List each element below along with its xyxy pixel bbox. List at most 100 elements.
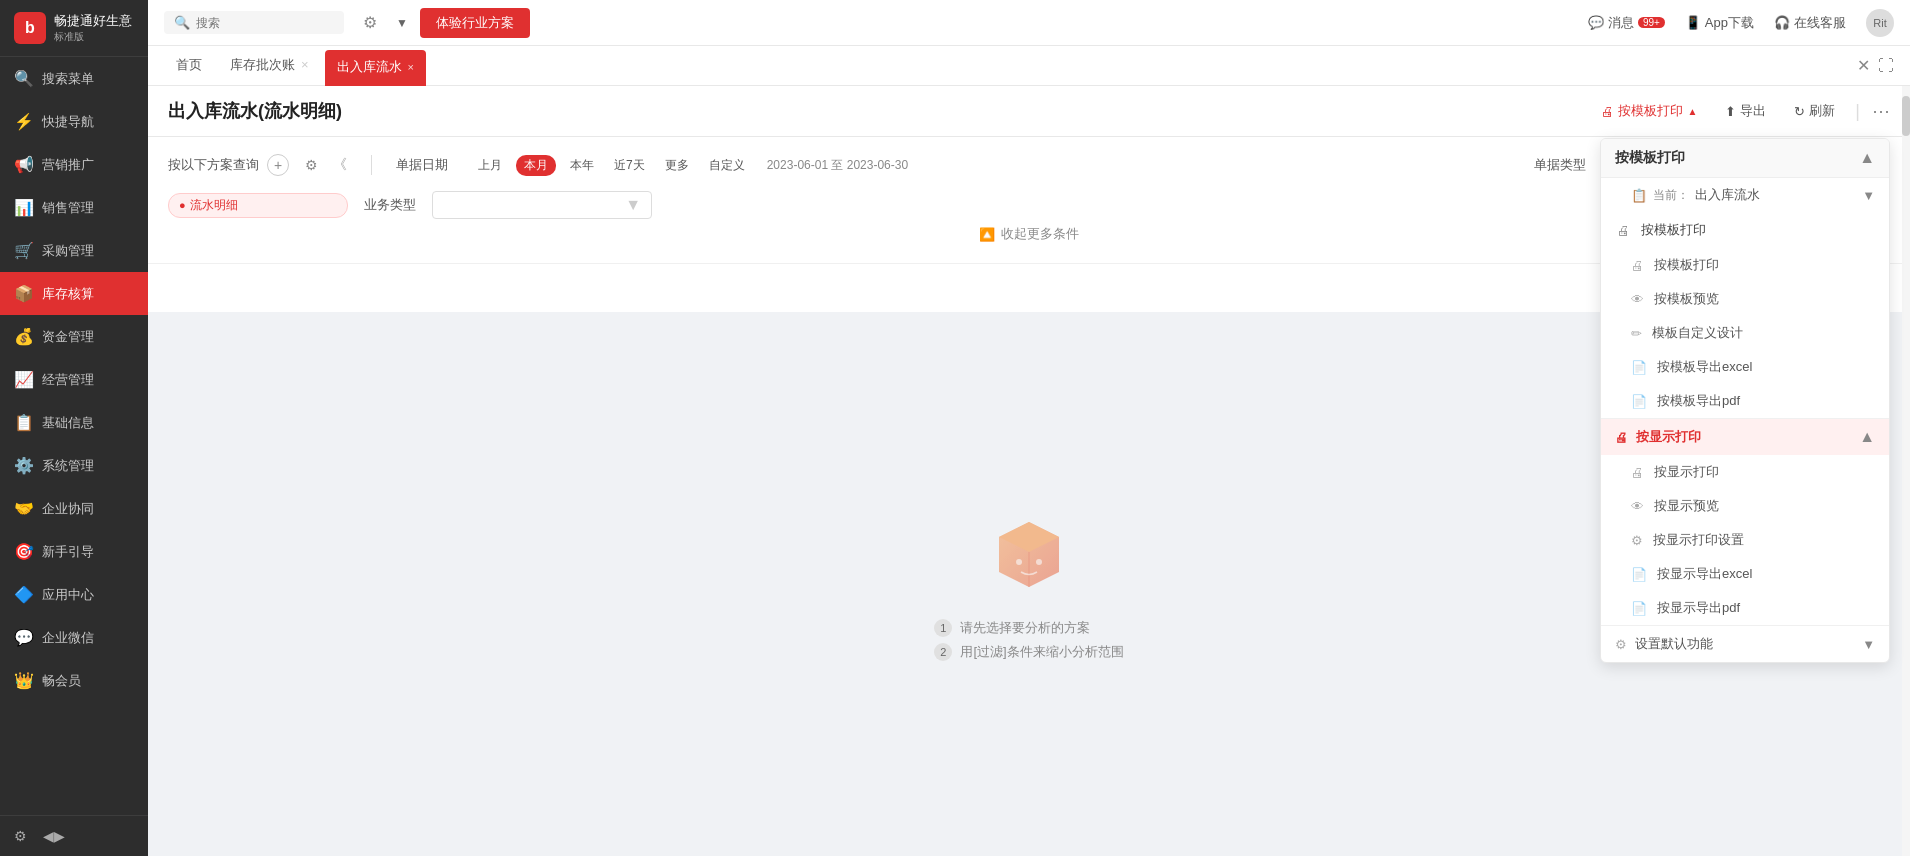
- excel-icon: 📄: [1631, 360, 1647, 375]
- gear-button[interactable]: ⚙: [356, 9, 384, 37]
- flow-detail-tag[interactable]: ● 流水明细: [168, 193, 348, 218]
- tab-inventory-batch[interactable]: 库存批次账 ×: [218, 46, 321, 86]
- dropdown-chevron-up[interactable]: ▲: [1859, 149, 1875, 167]
- template-pdf-btn[interactable]: 📄 按模板导出pdf: [1601, 384, 1889, 418]
- guide-icon: 🎯: [14, 542, 34, 561]
- display-preview-icon: 👁: [1631, 499, 1644, 514]
- display-excel-icon: 📄: [1631, 567, 1647, 582]
- tab-close-2[interactable]: ×: [408, 61, 414, 73]
- display-settings-btn[interactable]: ⚙ 按显示打印设置: [1601, 523, 1889, 557]
- date-prev-month[interactable]: 上月: [472, 155, 508, 176]
- template-print-header[interactable]: 🖨 按模板打印: [1601, 212, 1889, 248]
- dropdown-header: 按模板打印 ▲: [1601, 139, 1889, 178]
- set-default-btn[interactable]: ⚙ 设置默认功能 ▼: [1601, 626, 1889, 662]
- sidebar-item-guide[interactable]: 🎯 新手引导: [0, 530, 148, 573]
- tab-controls: ✕ ⛶: [1857, 56, 1894, 75]
- search-input[interactable]: [196, 16, 316, 30]
- display-print-btn[interactable]: 🖨 按显示打印: [1601, 455, 1889, 489]
- template-print-btn[interactable]: 🖨 按模板打印: [1601, 248, 1889, 282]
- scroll-thumb[interactable]: [1902, 96, 1910, 136]
- system-icon: ⚙️: [14, 456, 34, 475]
- user-avatar[interactable]: Rit: [1866, 9, 1894, 37]
- tab-maximize[interactable]: ⛶: [1878, 57, 1894, 75]
- svg-point-4: [1036, 559, 1042, 565]
- app-download[interactable]: 📱 App下载: [1685, 14, 1754, 32]
- display-excel-btn[interactable]: 📄 按显示导出excel: [1601, 557, 1889, 591]
- display-print-section: 🖨 按显示打印 ▲ 🖨 按显示打印 👁 按显示预览 ⚙ 按显示打印设置: [1601, 419, 1889, 626]
- empty-tips: 1 请先选择要分析的方案 2 用[过滤]条件来缩小分析范围: [934, 619, 1123, 661]
- template-excel-btn[interactable]: 📄 按模板导出excel: [1601, 350, 1889, 384]
- chevron-up-icon-2: 🔼: [979, 227, 995, 242]
- sidebar-item-marketing[interactable]: 📢 营销推广: [0, 143, 148, 186]
- display-pdf-btn[interactable]: 📄 按显示导出pdf: [1601, 591, 1889, 625]
- add-filter-btn[interactable]: +: [267, 154, 289, 176]
- tab-close-window[interactable]: ✕: [1857, 56, 1870, 75]
- message-icon: 💬: [1588, 15, 1604, 30]
- sidebar-item-inventory[interactable]: 📦 库存核算: [0, 272, 148, 315]
- filter-settings-icon[interactable]: ⚙: [297, 151, 325, 179]
- sidebar-item-basic[interactable]: 📋 基础信息: [0, 401, 148, 444]
- sidebar-bottom: ⚙ ◀▶: [0, 815, 148, 856]
- page-content: 出入库流水(流水明细) 🖨 按模板打印 ▲ ⬆ 导出 ↻ 刷新 | ⋯: [148, 86, 1910, 856]
- sidebar-item-operation[interactable]: 📈 经营管理: [0, 358, 148, 401]
- sidebar-item-sales[interactable]: 📊 销售管理: [0, 186, 148, 229]
- message-badge[interactable]: 💬 消息 99+: [1588, 14, 1665, 32]
- date-this-month[interactable]: 本月: [516, 155, 556, 176]
- dropdown-arrow[interactable]: ▼: [396, 16, 408, 30]
- sidebar-item-member[interactable]: 👑 畅会员: [0, 659, 148, 702]
- display-chevron-up[interactable]: ▲: [1859, 428, 1875, 446]
- biz-type-select[interactable]: ▼: [432, 191, 652, 219]
- sidebar: b 畅捷通好生意 标准版 🔍 搜索菜单 ⚡ 快捷导航 📢 营销推广 📊 销售管理…: [0, 0, 148, 856]
- sidebar-item-apps[interactable]: 🔷 应用中心: [0, 573, 148, 616]
- search-bar[interactable]: 🔍: [164, 11, 344, 34]
- sidebar-item-wechat[interactable]: 💬 企业微信: [0, 616, 148, 659]
- date-7days[interactable]: 近7天: [608, 155, 651, 176]
- template-print-section: 🖨 按模板打印 🖨 按模板打印 👁 按模板预览 ✏ 模板自定义设计 📄: [1601, 212, 1889, 419]
- trial-button[interactable]: 体验行业方案: [420, 8, 530, 38]
- page-actions: 🖨 按模板打印 ▲ ⬆ 导出 ↻ 刷新 | ⋯: [1593, 98, 1890, 124]
- print-template-icon: 🖨: [1615, 222, 1631, 238]
- sidebar-item-system[interactable]: ⚙️ 系统管理: [0, 444, 148, 487]
- collapse-icon[interactable]: ◀▶: [43, 828, 65, 844]
- tab-close-1[interactable]: ×: [301, 57, 309, 72]
- refresh-icon: ↻: [1794, 104, 1805, 119]
- basic-icon: 📋: [14, 413, 34, 432]
- date-more[interactable]: 更多: [659, 155, 695, 176]
- preview-icon: 👁: [1631, 292, 1644, 307]
- vertical-scrollbar[interactable]: [1902, 86, 1910, 856]
- date-custom[interactable]: 自定义: [703, 155, 751, 176]
- tab-home[interactable]: 首页: [164, 46, 214, 86]
- quick-icon: ⚡: [14, 112, 34, 131]
- sidebar-item-quick[interactable]: ⚡ 快捷导航: [0, 100, 148, 143]
- more-icon[interactable]: ⋯: [1872, 100, 1890, 122]
- enterprise-icon: 🤝: [14, 499, 34, 518]
- export-btn[interactable]: ⬆ 导出: [1717, 98, 1774, 124]
- date-this-year[interactable]: 本年: [564, 155, 600, 176]
- search-icon: 🔍: [174, 15, 190, 30]
- tab-flow[interactable]: 出入库流水 ×: [325, 50, 426, 86]
- template-preview-btn[interactable]: 👁 按模板预览: [1601, 282, 1889, 316]
- display-pdf-icon: 📄: [1631, 601, 1647, 616]
- settings-icon[interactable]: ⚙: [14, 828, 27, 844]
- sidebar-item-search[interactable]: 🔍 搜索菜单: [0, 57, 148, 100]
- collapse-left-icon[interactable]: 《: [333, 156, 347, 174]
- sidebar-item-purchase[interactable]: 🛒 采购管理: [0, 229, 148, 272]
- display-print-toggle[interactable]: 🖨 按显示打印 ▲: [1601, 419, 1889, 455]
- print-template-btn[interactable]: 🖨 按模板打印 ▲: [1593, 98, 1705, 124]
- chevron-down-icon-2: ▼: [625, 196, 641, 214]
- display-preview-btn[interactable]: 👁 按显示预览: [1601, 489, 1889, 523]
- chevron-up-icon: ▲: [1687, 106, 1697, 117]
- svg-point-3: [1016, 559, 1022, 565]
- search-icon: 🔍: [14, 69, 34, 88]
- sidebar-item-enterprise[interactable]: 🤝 企业协同: [0, 487, 148, 530]
- online-service[interactable]: 🎧 在线客服: [1774, 14, 1846, 32]
- member-icon: 👑: [14, 671, 34, 690]
- separator: [371, 155, 372, 175]
- export-icon: ⬆: [1725, 104, 1736, 119]
- marketing-icon: 📢: [14, 155, 34, 174]
- template-custom-btn[interactable]: ✏ 模板自定义设计: [1601, 316, 1889, 350]
- refresh-btn[interactable]: ↻ 刷新: [1786, 98, 1843, 124]
- divider: |: [1855, 101, 1860, 122]
- purchase-icon: 🛒: [14, 241, 34, 260]
- sidebar-item-finance[interactable]: 💰 资金管理: [0, 315, 148, 358]
